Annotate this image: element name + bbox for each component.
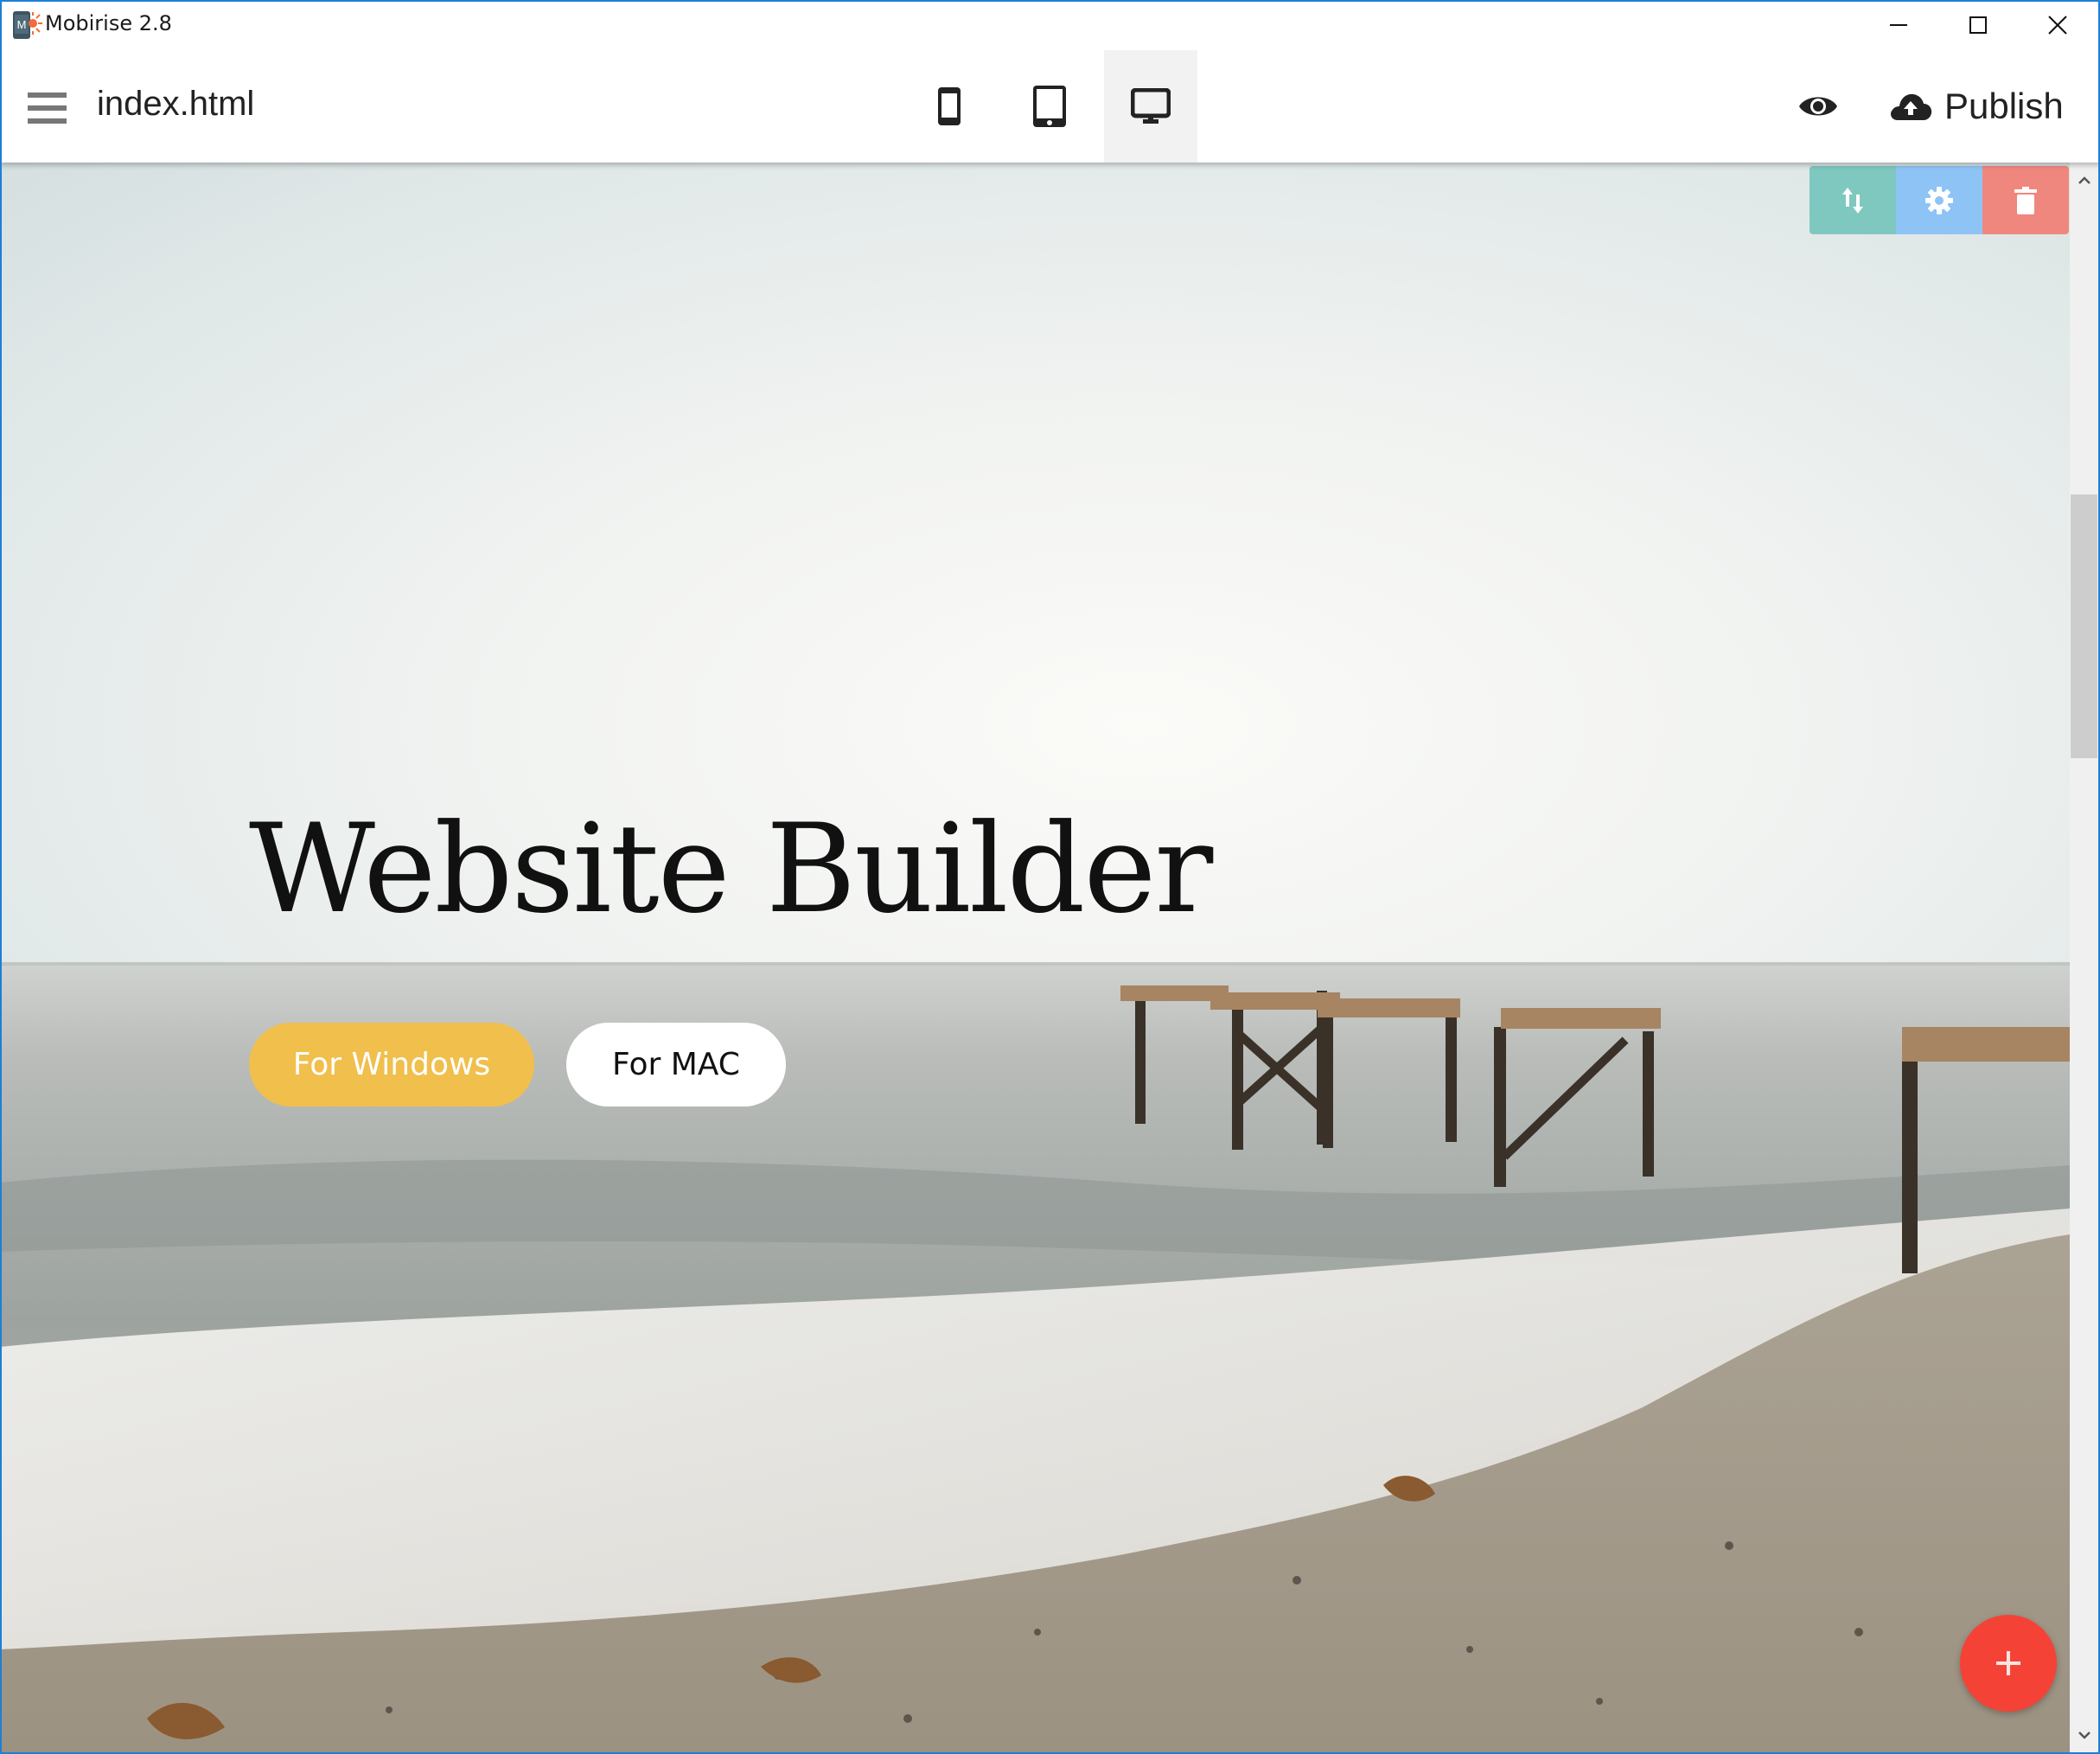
preview-button[interactable] — [1797, 85, 1840, 128]
scroll-down-button[interactable] — [2070, 1725, 2098, 1745]
delete-block-button[interactable] — [1982, 166, 2069, 234]
hero-title[interactable]: Website Builder — [249, 798, 1213, 941]
gear-icon — [1925, 186, 1953, 214]
device-tablet-button[interactable] — [1003, 50, 1096, 163]
chevron-down-icon — [2078, 1732, 2090, 1739]
hamburger-menu-button[interactable] — [26, 92, 67, 124]
publish-label: Publish — [1944, 86, 2064, 126]
for-mac-button[interactable]: For MAC — [566, 1023, 786, 1107]
block-toolbar — [1810, 166, 2069, 234]
minimize-button[interactable] — [1859, 0, 1938, 50]
plus-icon — [1996, 1651, 2020, 1675]
sort-arrows-icon — [1842, 187, 1863, 214]
cloud-upload-icon — [1891, 93, 1932, 120]
minimize-icon — [1890, 24, 1907, 26]
app-header: index.html Publish — [0, 50, 2100, 163]
add-block-button[interactable] — [1960, 1615, 2057, 1712]
eye-icon — [1799, 97, 1837, 116]
for-windows-button[interactable]: For Windows — [249, 1023, 534, 1107]
desktop-icon — [1131, 88, 1171, 124]
block-settings-button[interactable] — [1896, 166, 1982, 234]
mobirise-logo-icon: M — [13, 11, 42, 39]
scrollbar-thumb[interactable] — [2071, 494, 2097, 758]
device-mobile-button[interactable] — [903, 50, 996, 163]
maximize-button[interactable] — [1938, 0, 2018, 50]
vertical-scrollbar[interactable] — [2070, 163, 2098, 1752]
publish-button[interactable]: Publish — [1889, 76, 2064, 137]
page-file-name: index.html — [97, 85, 255, 123]
device-desktop-button[interactable] — [1104, 50, 1197, 163]
move-block-button[interactable] — [1810, 166, 1896, 234]
close-icon — [2048, 16, 2067, 35]
close-button[interactable] — [2018, 0, 2097, 50]
horizon-line — [0, 962, 2070, 966]
phone-icon — [938, 87, 961, 125]
maximize-icon — [1969, 16, 1987, 34]
svg-text:M: M — [17, 18, 27, 31]
scroll-up-button[interactable] — [2070, 169, 2098, 190]
editor-canvas: Website Builder For Windows For MAC — [0, 163, 2070, 1754]
trash-icon — [2014, 186, 2037, 214]
app-title: Mobirise 2.8 — [45, 11, 172, 35]
tablet-icon — [1033, 86, 1066, 127]
title-bar: M Mobirise 2.8 — [0, 0, 2100, 50]
chevron-up-icon — [2078, 176, 2090, 184]
hero-background-image — [0, 962, 2070, 1754]
